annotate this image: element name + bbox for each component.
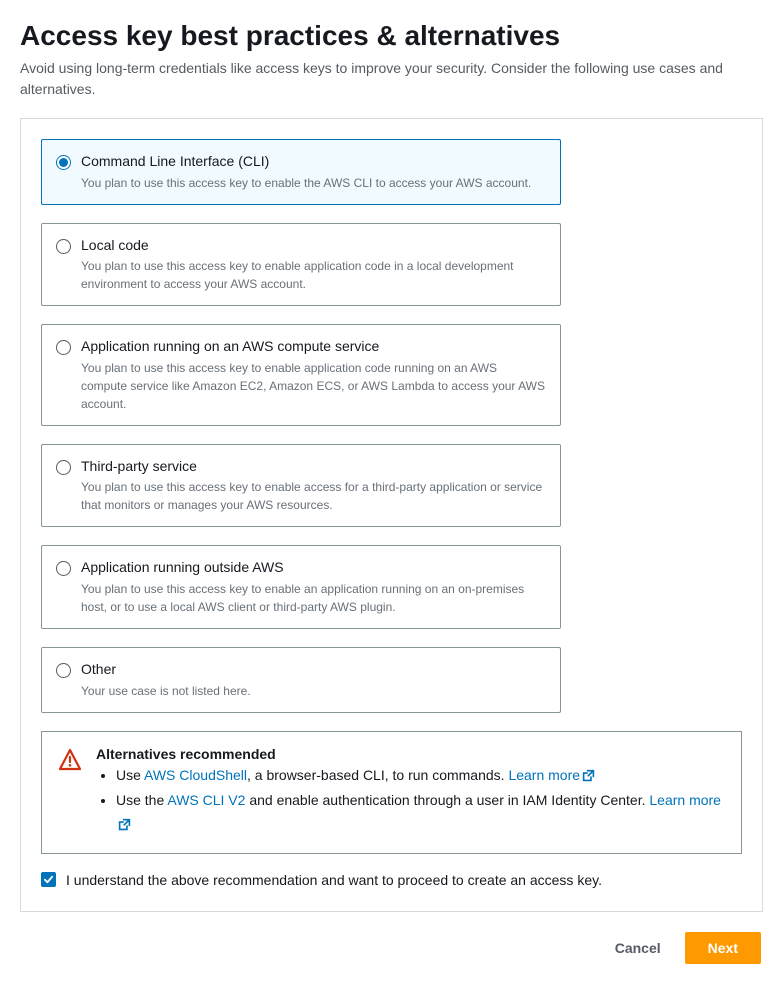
option-title: Other	[81, 660, 546, 680]
alternatives-alert: Alternatives recommended Use AWS CloudSh…	[41, 731, 742, 854]
option-third-party[interactable]: Third-party service You plan to use this…	[41, 444, 561, 528]
page-title: Access key best practices & alternatives	[20, 20, 763, 52]
radio-icon	[56, 663, 71, 678]
warning-icon	[58, 748, 82, 839]
radio-icon	[56, 155, 71, 170]
alert-title: Alternatives recommended	[96, 746, 725, 762]
checkbox-icon	[41, 872, 56, 887]
option-outside-aws[interactable]: Application running outside AWS You plan…	[41, 545, 561, 629]
option-desc: You plan to use this access key to enabl…	[81, 478, 546, 514]
option-title: Application running outside AWS	[81, 558, 546, 578]
option-local-code[interactable]: Local code You plan to use this access k…	[41, 223, 561, 307]
option-desc: You plan to use this access key to enabl…	[81, 580, 546, 616]
page-subtitle: Avoid using long-term credentials like a…	[20, 58, 763, 100]
radio-icon	[56, 561, 71, 576]
cancel-button[interactable]: Cancel	[605, 934, 671, 962]
option-desc: You plan to use this access key to enabl…	[81, 359, 546, 413]
option-title: Local code	[81, 236, 546, 256]
link-cloudshell[interactable]: AWS CloudShell	[144, 767, 247, 783]
option-title: Command Line Interface (CLI)	[81, 152, 546, 172]
option-title: Application running on an AWS compute se…	[81, 337, 546, 357]
radio-icon	[56, 340, 71, 355]
footer-actions: Cancel Next	[20, 932, 763, 964]
option-desc: Your use case is not listed here.	[81, 682, 546, 700]
external-link-icon	[582, 766, 595, 790]
options-panel: Command Line Interface (CLI) You plan to…	[20, 118, 763, 912]
option-aws-compute[interactable]: Application running on an AWS compute se…	[41, 324, 561, 426]
external-link-icon	[118, 815, 131, 839]
alert-item-cloudshell: Use AWS CloudShell, a browser-based CLI,…	[116, 764, 725, 790]
link-learn-more[interactable]: Learn more	[508, 767, 595, 783]
alert-item-cliv2: Use the AWS CLI V2 and enable authentica…	[116, 789, 725, 839]
option-other[interactable]: Other Your use case is not listed here.	[41, 647, 561, 713]
confirm-checkbox-row[interactable]: I understand the above recommendation an…	[41, 870, 742, 891]
confirm-label: I understand the above recommendation an…	[66, 870, 602, 891]
radio-icon	[56, 239, 71, 254]
option-cli[interactable]: Command Line Interface (CLI) You plan to…	[41, 139, 561, 205]
link-cliv2[interactable]: AWS CLI V2	[167, 792, 245, 808]
option-desc: You plan to use this access key to enabl…	[81, 174, 546, 192]
next-button[interactable]: Next	[685, 932, 761, 964]
radio-icon	[56, 460, 71, 475]
option-desc: You plan to use this access key to enabl…	[81, 257, 546, 293]
option-title: Third-party service	[81, 457, 546, 477]
